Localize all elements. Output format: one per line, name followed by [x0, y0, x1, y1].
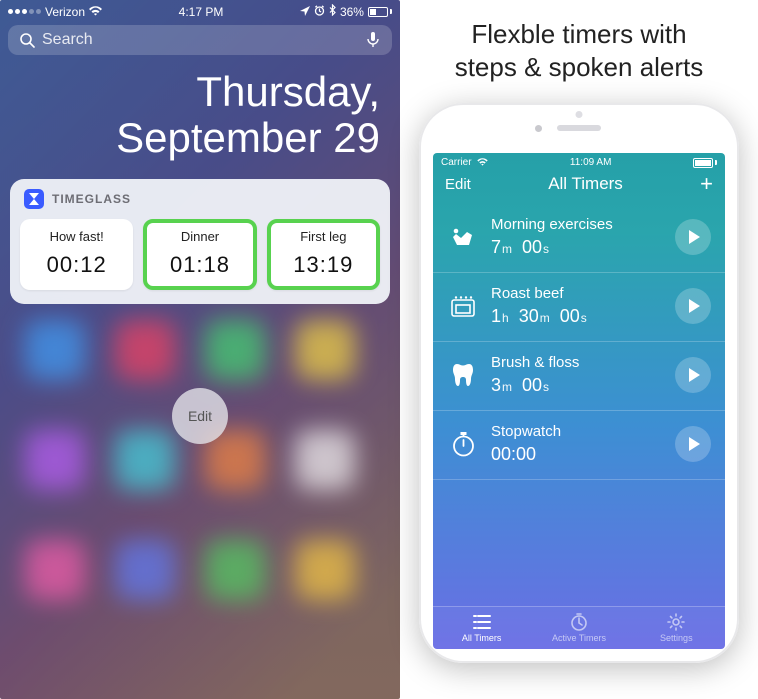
promo-headline: Flexble timers with steps & spoken alert…	[455, 18, 704, 83]
timer-row[interactable]: Brush & floss 3m 00s	[433, 342, 725, 411]
tile-label: How fast!	[26, 229, 127, 244]
play-icon	[689, 437, 700, 451]
date-line2: September 29	[40, 115, 380, 161]
app-battery-icon	[693, 158, 717, 168]
widget-timer-tile[interactable]: Dinner 01:18	[143, 219, 256, 290]
nav-bar: Edit All Timers +	[433, 170, 725, 204]
timer-row[interactable]: Stopwatch 00:00	[433, 411, 725, 480]
spotlight-search[interactable]	[8, 25, 392, 55]
app-status-time: 11:09 AM	[570, 157, 612, 168]
tab-all-timers[interactable]: All Timers	[433, 607, 530, 649]
play-button[interactable]	[675, 357, 711, 393]
signal-dots-icon	[8, 9, 41, 14]
tab-label: Active Timers	[530, 633, 627, 643]
timer-duration: 3m 00s	[491, 375, 675, 396]
exercise-icon	[449, 223, 477, 251]
timer-duration: 00:00	[491, 444, 675, 465]
add-timer-button[interactable]: +	[700, 177, 713, 191]
tile-time: 13:19	[273, 252, 374, 278]
search-icon	[18, 31, 36, 49]
app-carrier: Carrier	[441, 157, 472, 168]
timer-title: Brush & floss	[491, 354, 675, 371]
timer-title: Roast beef	[491, 285, 675, 302]
nav-title: All Timers	[548, 174, 623, 194]
battery-pct: 36%	[340, 5, 364, 19]
tab-label: Settings	[628, 633, 725, 643]
tile-time: 00:12	[26, 252, 127, 278]
tab-settings[interactable]: Settings	[628, 607, 725, 649]
location-icon	[300, 5, 310, 19]
status-time: 4:17 PM	[179, 5, 224, 19]
stopwatch-icon	[449, 430, 477, 458]
tab-label: All Timers	[433, 633, 530, 643]
search-input[interactable]	[42, 31, 364, 49]
nav-edit-button[interactable]: Edit	[445, 176, 471, 193]
promo-line2: steps & spoken alerts	[455, 51, 704, 84]
alarm-icon	[314, 5, 325, 19]
carrier-label: Verizon	[45, 5, 85, 19]
bluetooth-icon	[329, 4, 336, 19]
play-button[interactable]	[675, 426, 711, 462]
widget-timer-tile[interactable]: First leg 13:19	[267, 219, 380, 290]
battery-icon	[368, 7, 392, 17]
timer-title: Morning exercises	[491, 216, 675, 233]
timer-duration: 7m 00s	[491, 237, 675, 258]
promo-line1: Flexble timers with	[455, 18, 704, 51]
date-line1: Thursday,	[40, 69, 380, 115]
timeglass-widget[interactable]: TIMEGLASS How fast! 00:12Dinner 01:18Fir…	[10, 179, 390, 304]
oven-icon	[449, 292, 477, 320]
edit-label: Edit	[188, 408, 212, 424]
tile-label: First leg	[273, 229, 374, 244]
timer-row[interactable]: Roast beef 1h 30m 00s	[433, 273, 725, 342]
play-button[interactable]	[675, 288, 711, 324]
mic-icon[interactable]	[364, 31, 382, 49]
wifi-icon	[89, 5, 102, 19]
play-icon	[689, 230, 700, 244]
tab-icon	[628, 613, 725, 631]
tooth-icon	[449, 361, 477, 389]
today-date: Thursday, September 29	[0, 55, 400, 169]
timer-duration: 1h 30m 00s	[491, 306, 675, 327]
play-button[interactable]	[675, 219, 711, 255]
tile-time: 01:18	[149, 252, 250, 278]
tab-active-timers[interactable]: Active Timers	[530, 607, 627, 649]
edit-widgets-button[interactable]: Edit	[172, 388, 228, 444]
ios-status-bar: Verizon 4:17 PM 36%	[0, 0, 400, 19]
timer-title: Stopwatch	[491, 423, 675, 440]
timer-row[interactable]: Morning exercises 7m 00s	[433, 204, 725, 273]
widget-app-name: TIMEGLASS	[52, 192, 131, 206]
timeglass-app-icon	[24, 189, 44, 209]
tab-icon	[433, 613, 530, 631]
iphone-mockup: Carrier 11:09 AM Edit All Timers + Morni…	[419, 103, 739, 663]
tab-icon	[530, 613, 627, 631]
app-status-bar: Carrier 11:09 AM	[433, 153, 725, 170]
tile-label: Dinner	[149, 229, 250, 244]
play-icon	[689, 368, 700, 382]
widget-timer-tile[interactable]: How fast! 00:12	[20, 219, 133, 290]
play-icon	[689, 299, 700, 313]
